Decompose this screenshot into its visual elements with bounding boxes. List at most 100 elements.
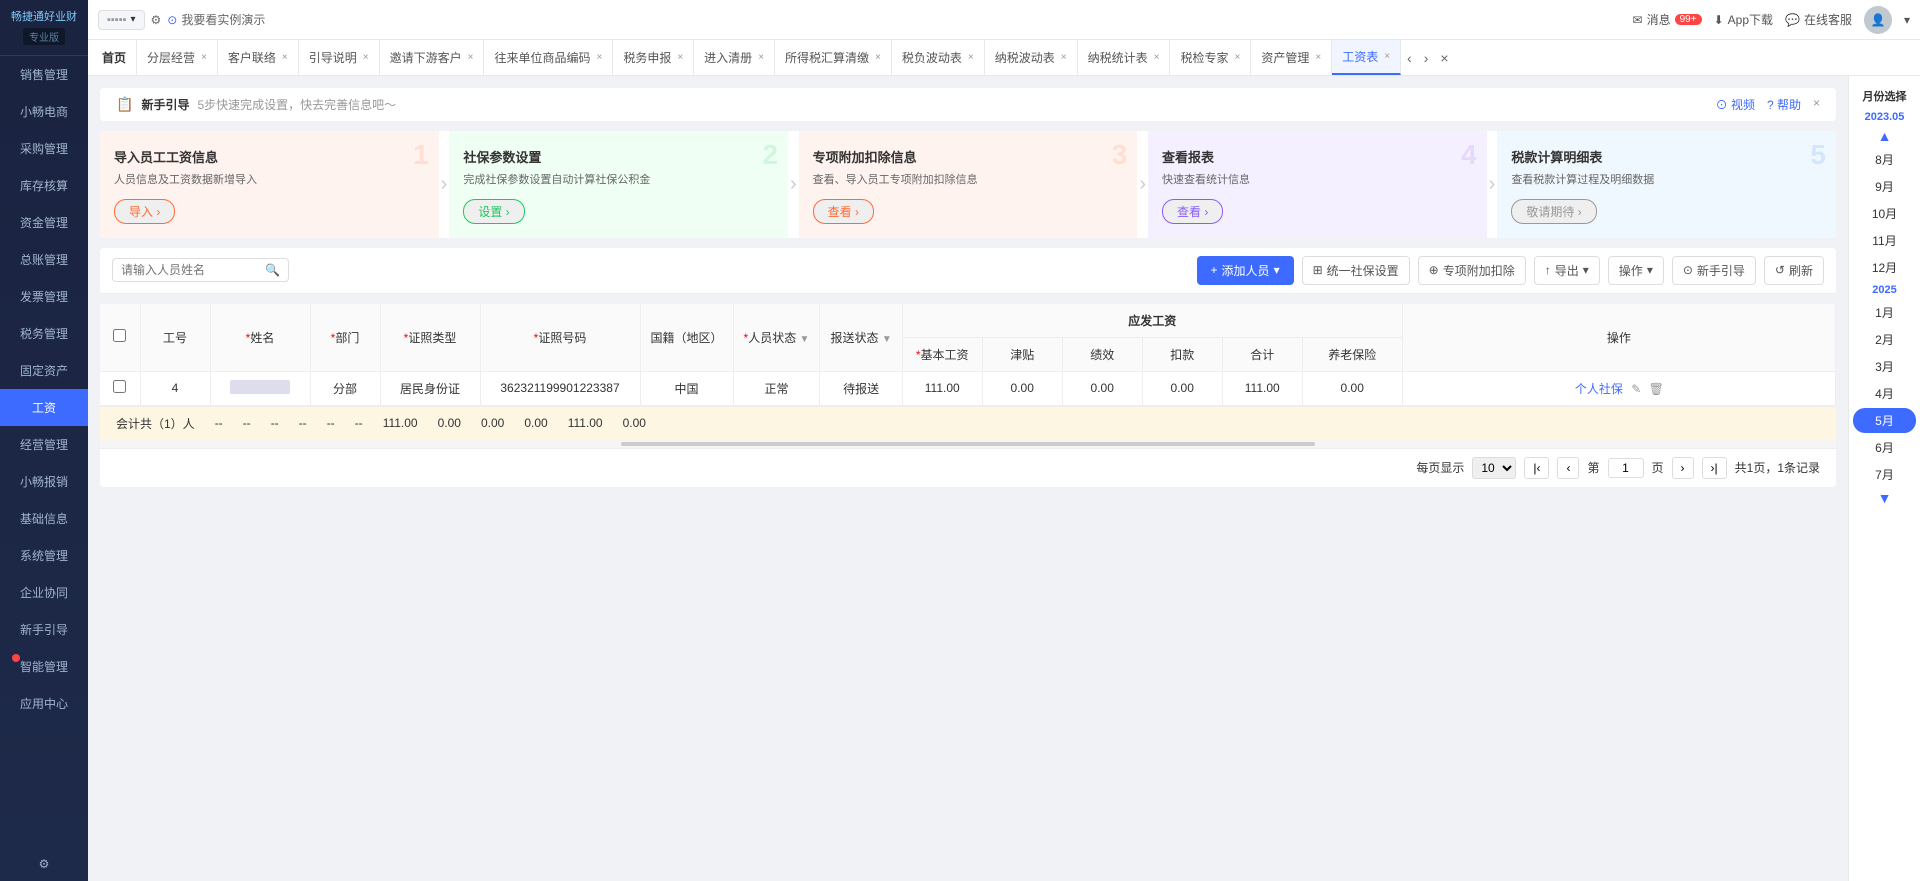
tab-close-icon[interactable]: × — [1154, 52, 1160, 63]
sidebar-item-salary[interactable]: 工资 — [0, 389, 88, 426]
page-next-btn[interactable]: › — [1672, 457, 1694, 479]
row-checkbox[interactable] — [113, 380, 126, 393]
tab-close-icon[interactable]: × — [282, 52, 288, 63]
month-item-6[interactable]: 6月 — [1853, 435, 1917, 460]
user-avatar[interactable]: 👤 — [1864, 6, 1892, 34]
month-down-btn[interactable]: ▼ — [1876, 488, 1894, 508]
tab-layer[interactable]: 分层经营 × — [137, 40, 218, 75]
guide-video-btn[interactable]: ⊙ 视频 — [1716, 96, 1755, 113]
settings-topbar-icon[interactable]: ⚙ — [151, 13, 162, 27]
sidebar-item-ai[interactable]: 智能管理 — [0, 648, 88, 685]
step-3-btn[interactable]: 查看 › — [813, 199, 874, 224]
operate-btn[interactable]: 操作 ▾ — [1608, 256, 1664, 285]
unify-social-btn[interactable]: ⊞ 统一社保设置 — [1302, 256, 1410, 285]
search-input[interactable] — [121, 263, 261, 277]
sidebar-item-inventory[interactable]: 库存核算 — [0, 167, 88, 204]
sidebar-item-management[interactable]: 经营管理 — [0, 426, 88, 463]
month-item-12[interactable]: 12月 — [1853, 255, 1917, 280]
tab-close-icon[interactable]: × — [968, 52, 974, 63]
app-download-btn[interactable]: ⬇ App下载 — [1714, 11, 1773, 28]
tab-home[interactable]: 首页 — [92, 40, 137, 75]
month-item-7[interactable]: 7月 — [1853, 462, 1917, 487]
tab-next-btn[interactable]: › — [1418, 50, 1435, 66]
message-btn[interactable]: ✉ 消息 99+ — [1633, 11, 1702, 28]
sidebar-item-basic[interactable]: 基础信息 — [0, 500, 88, 537]
user-menu-btn[interactable]: ▾ — [1904, 13, 1910, 27]
tab-close-icon[interactable]: × — [363, 52, 369, 63]
tab-close-icon[interactable]: × — [875, 52, 881, 63]
month-item-1[interactable]: 1月 — [1853, 300, 1917, 325]
sidebar-item-sales[interactable]: 销售管理 — [0, 56, 88, 93]
online-service-btn[interactable]: 💬 在线客服 — [1785, 11, 1852, 28]
demo-hint[interactable]: ⊙ 我要看实例演示 — [167, 11, 265, 28]
settings-icon[interactable]: ⚙ — [29, 847, 60, 881]
month-up-btn[interactable]: ▲ — [1876, 126, 1894, 146]
horizontal-scrollbar[interactable] — [100, 440, 1836, 448]
company-selector[interactable]: ▪▪▪▪▪ ▾ — [98, 10, 145, 30]
action-social-link[interactable]: 个人社保 — [1575, 382, 1623, 396]
tab-asset-mgmt[interactable]: 资产管理 × — [1251, 40, 1332, 75]
page-prev-btn[interactable]: ‹ — [1557, 457, 1579, 479]
tab-close-icon[interactable]: × — [1315, 52, 1321, 63]
tab-pay-wave[interactable]: 纳税波动表 × — [985, 40, 1078, 75]
tab-prev-btn[interactable]: ‹ — [1401, 50, 1418, 66]
select-all-checkbox[interactable] — [113, 329, 126, 342]
sidebar-item-appstore[interactable]: 应用中心 — [0, 685, 88, 722]
tab-close-icon[interactable]: × — [596, 52, 602, 63]
action-edit-icon[interactable]: ✎ — [1631, 382, 1641, 396]
tab-product-code[interactable]: 往来单位商品编码 × — [484, 40, 613, 75]
special-deduct-btn[interactable]: ⊕ 专项附加扣除 — [1418, 256, 1526, 285]
tab-close-icon[interactable]: × — [468, 52, 474, 63]
tab-close-icon[interactable]: × — [1234, 52, 1240, 63]
export-btn[interactable]: ↑ 导出 ▾ — [1534, 256, 1600, 285]
tab-guidance[interactable]: 引导说明 × — [299, 40, 380, 75]
step-1-btn[interactable]: 导入 › — [114, 199, 175, 224]
month-item-2[interactable]: 2月 — [1853, 327, 1917, 352]
sidebar-item-ecommerce[interactable]: 小畅电商 — [0, 93, 88, 130]
sidebar-item-cooperation[interactable]: 企业协同 — [0, 574, 88, 611]
tab-tax-declare[interactable]: 税务申报 × — [613, 40, 694, 75]
month-item-3[interactable]: 3月 — [1853, 354, 1917, 379]
guide-btn[interactable]: ⊙ 新手引导 — [1672, 256, 1756, 285]
sidebar-item-invoice[interactable]: 发票管理 — [0, 278, 88, 315]
sidebar-item-guide[interactable]: 新手引导 — [0, 611, 88, 648]
sidebar-item-purchase[interactable]: 采购管理 — [0, 130, 88, 167]
step-2-btn[interactable]: 设置 › — [463, 199, 524, 224]
search-icon[interactable]: 🔍 — [265, 263, 280, 277]
month-item-4[interactable]: 4月 — [1853, 381, 1917, 406]
month-item-5[interactable]: 5月 — [1853, 408, 1917, 433]
tab-salary-table[interactable]: 工资表 × — [1332, 40, 1401, 75]
guide-close-icon[interactable]: × — [1813, 96, 1820, 113]
sidebar-item-system[interactable]: 系统管理 — [0, 537, 88, 574]
action-delete-icon[interactable]: 🗑 — [1649, 382, 1664, 396]
month-item-8[interactable]: 8月 — [1853, 147, 1917, 172]
tab-close-icon[interactable]: × — [758, 52, 764, 63]
sidebar-item-finance[interactable]: 资金管理 — [0, 204, 88, 241]
sidebar-item-ledger[interactable]: 总账管理 — [0, 241, 88, 278]
tab-tax-expert[interactable]: 税检专家 × — [1170, 40, 1251, 75]
month-item-11[interactable]: 11月 — [1853, 228, 1917, 253]
refresh-btn[interactable]: ↺ 刷新 — [1764, 256, 1824, 285]
add-person-btn[interactable]: + 添加人员 ▾ — [1197, 256, 1294, 285]
tab-close-icon[interactable]: × — [677, 52, 683, 63]
sidebar-item-assets[interactable]: 固定资产 — [0, 352, 88, 389]
tab-tax-wave[interactable]: 税负波动表 × — [892, 40, 985, 75]
guide-help-btn[interactable]: ? 帮助 — [1767, 96, 1801, 113]
page-first-btn[interactable]: |‹ — [1524, 457, 1549, 479]
month-item-9[interactable]: 9月 — [1853, 174, 1917, 199]
tab-register[interactable]: 进入清册 × — [694, 40, 775, 75]
step-5-btn[interactable]: 敬请期待 › — [1511, 199, 1596, 224]
tab-pay-stat[interactable]: 纳税统计表 × — [1078, 40, 1171, 75]
tab-close-icon[interactable]: × — [1061, 52, 1067, 63]
sidebar-item-reimbursement[interactable]: 小畅报销 — [0, 463, 88, 500]
tab-income-tax[interactable]: 所得税汇算清缴 × — [775, 40, 892, 75]
tab-invite[interactable]: 邀请下游客户 × — [380, 40, 485, 75]
step-4-btn[interactable]: 查看 › — [1162, 199, 1223, 224]
page-input[interactable] — [1608, 458, 1644, 478]
month-item-10[interactable]: 10月 — [1853, 201, 1917, 226]
tab-close-icon[interactable]: × — [201, 52, 207, 63]
page-last-btn[interactable]: ›| — [1702, 457, 1727, 479]
tab-close-all-btn[interactable]: × — [1434, 50, 1454, 66]
tab-close-icon[interactable]: × — [1384, 51, 1390, 62]
sidebar-item-tax[interactable]: 税务管理 — [0, 315, 88, 352]
